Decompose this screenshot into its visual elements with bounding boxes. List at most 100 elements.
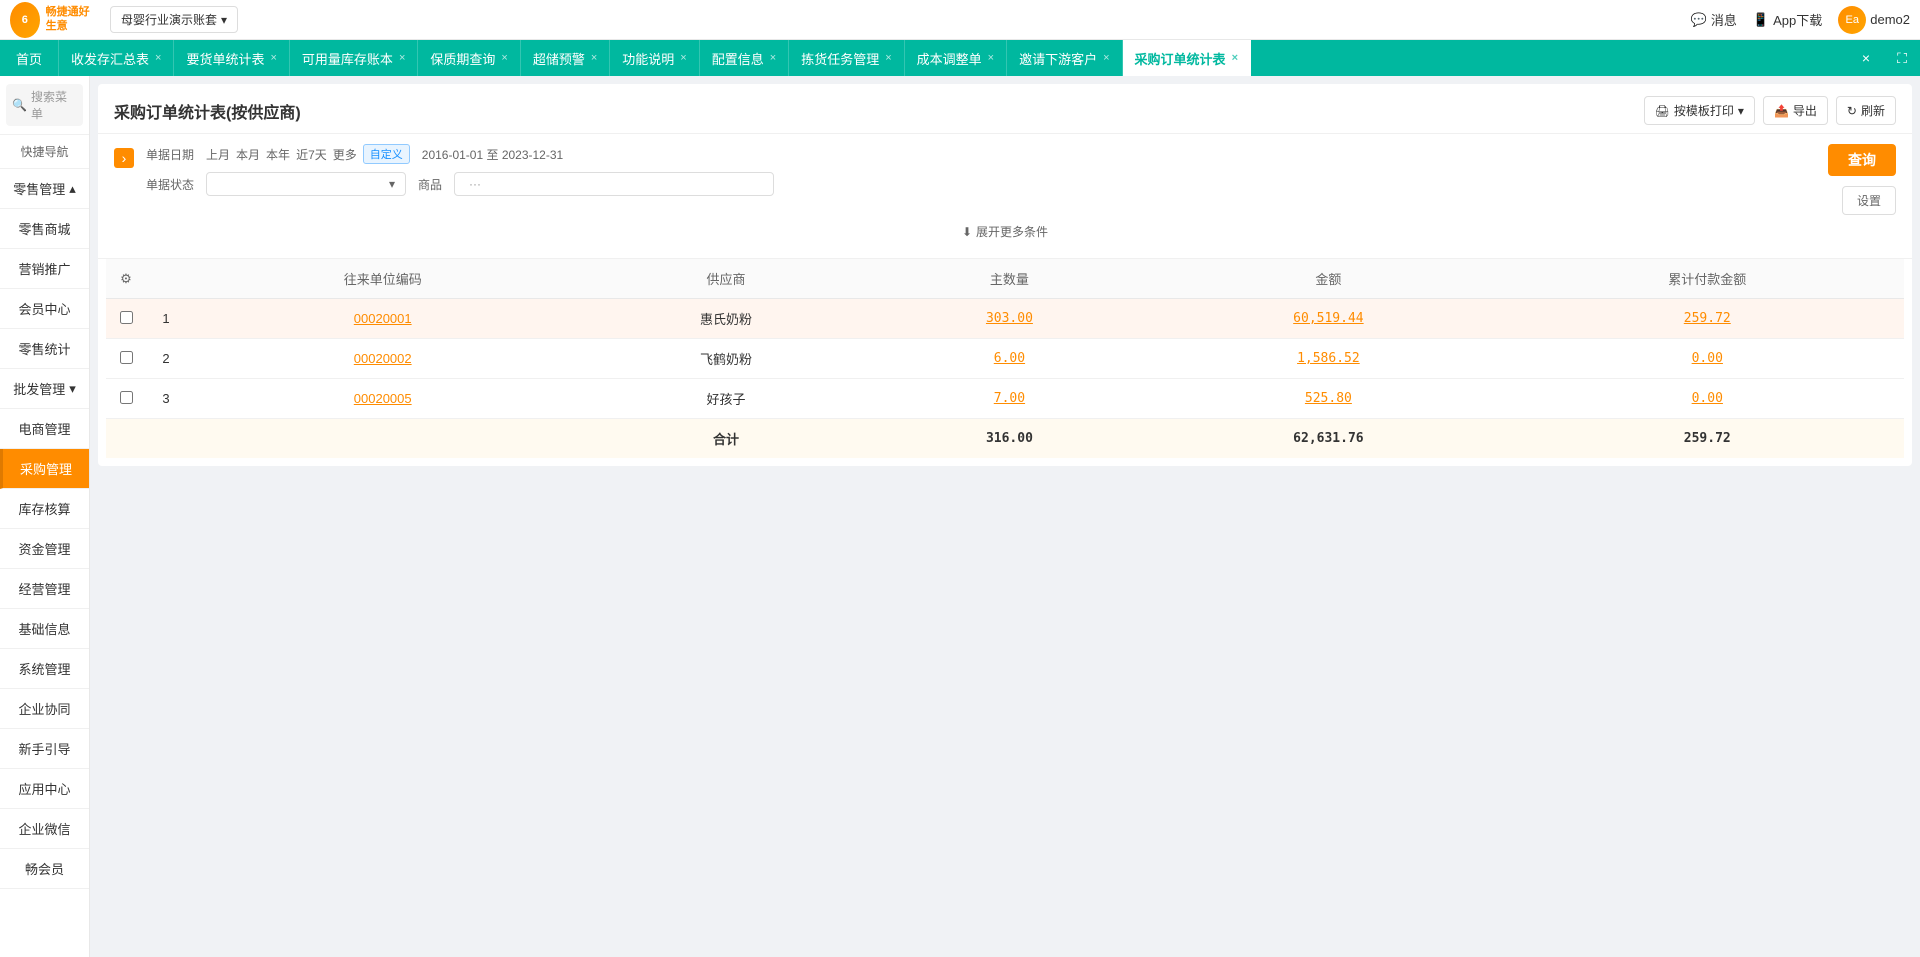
row1-paid[interactable]: 259.72 bbox=[1511, 299, 1904, 339]
filter-expand-row: ⬇ 展开更多条件 bbox=[114, 215, 1896, 248]
tab-yaohuo[interactable]: 要货单统计表 × bbox=[174, 40, 289, 76]
tab-keyongliang[interactable]: 可用量库存账本 × bbox=[290, 40, 418, 76]
sidebar-item-enterprise[interactable]: 企业协同 bbox=[0, 689, 89, 729]
shortcut-7days[interactable]: 近7天 bbox=[296, 146, 327, 163]
sidebar-item-shortcut[interactable]: 快捷导航 bbox=[0, 135, 89, 169]
filter-toggle[interactable]: › bbox=[114, 144, 134, 168]
status-chevron-icon: ▾ bbox=[389, 177, 395, 191]
tab-yaoqing-close[interactable]: × bbox=[1103, 52, 1109, 64]
checkbox-2[interactable] bbox=[120, 351, 133, 364]
tab-chengben-close[interactable]: × bbox=[988, 52, 994, 64]
tab-chengben[interactable]: 成本调整单 × bbox=[905, 40, 1007, 76]
row1-amount[interactable]: 60,519.44 bbox=[1146, 299, 1510, 339]
tab-baozhi[interactable]: 保质期查询 × bbox=[418, 40, 520, 76]
refresh-button[interactable]: ↻ 刷新 bbox=[1836, 96, 1896, 125]
tab-peizhi-close[interactable]: × bbox=[770, 52, 776, 64]
goods-input[interactable]: ··· bbox=[454, 172, 774, 196]
page-title: 采购订单统计表(按供应商) bbox=[114, 99, 301, 123]
app-download-button[interactable]: 📱 App下载 bbox=[1753, 10, 1822, 29]
sidebar-item-marketing[interactable]: 营销推广 bbox=[0, 249, 89, 289]
status-select[interactable]: ▾ bbox=[206, 172, 406, 196]
tab-gongneng-close[interactable]: × bbox=[680, 52, 686, 64]
tab-pihuo-close[interactable]: × bbox=[885, 52, 891, 64]
template-print-button[interactable]: 🖨 按模板打印 ▾ bbox=[1644, 96, 1755, 125]
shortcut-more[interactable]: 更多 bbox=[333, 146, 357, 163]
tab-peizhi[interactable]: 配置信息 × bbox=[700, 40, 789, 76]
row2-code[interactable]: 00020002 bbox=[186, 339, 579, 379]
settings-button[interactable]: 设置 bbox=[1842, 186, 1896, 215]
nav-maximize-button[interactable]: ⛶ bbox=[1884, 40, 1920, 76]
tab-yaohuo-close[interactable]: × bbox=[270, 52, 276, 64]
sidebar-item-operation[interactable]: 经营管理 bbox=[0, 569, 89, 609]
row2-amount[interactable]: 1,586.52 bbox=[1146, 339, 1510, 379]
footer-paid: 259.72 bbox=[1511, 419, 1904, 459]
tab-shoufahu[interactable]: 收发存汇总表 × bbox=[59, 40, 174, 76]
row2-qty[interactable]: 6.00 bbox=[873, 339, 1147, 379]
sidebar-item-zero-mall[interactable]: 零售商城 bbox=[0, 209, 89, 249]
shortcut-this-year[interactable]: 本年 bbox=[266, 146, 290, 163]
sidebar-item-zero-stat[interactable]: 零售统计 bbox=[0, 329, 89, 369]
sidebar-item-system[interactable]: 系统管理 bbox=[0, 649, 89, 689]
settings-icon[interactable]: ⚙ bbox=[120, 271, 132, 286]
message-button[interactable]: 💬 消息 bbox=[1691, 10, 1737, 29]
nav-close-button[interactable]: × bbox=[1848, 40, 1884, 76]
sidebar-item-wechat[interactable]: 企业微信 bbox=[0, 809, 89, 849]
user-menu[interactable]: Ea demo2 bbox=[1838, 6, 1910, 34]
row3-paid[interactable]: 0.00 bbox=[1511, 379, 1904, 419]
sidebar-item-purchase[interactable]: 采购管理 bbox=[0, 449, 89, 489]
sidebar-item-zero-retail[interactable]: 零售管理 ▴ bbox=[0, 169, 89, 209]
chevron-down-icon: ▾ bbox=[221, 13, 227, 27]
tab-peizhi-label: 配置信息 bbox=[712, 49, 764, 68]
export-button[interactable]: 📤 导出 bbox=[1763, 96, 1828, 125]
sidebar-search-area[interactable]: 🔍 搜索菜单 bbox=[0, 76, 89, 135]
row1-checkbox[interactable] bbox=[106, 299, 146, 339]
row2-paid[interactable]: 0.00 bbox=[1511, 339, 1904, 379]
row3-checkbox[interactable] bbox=[106, 379, 146, 419]
filter-collapse-icon[interactable]: › bbox=[114, 148, 134, 168]
checkbox-1[interactable] bbox=[120, 311, 133, 324]
sidebar-item-apps[interactable]: 应用中心 bbox=[0, 769, 89, 809]
tab-keyongliang-close[interactable]: × bbox=[399, 52, 405, 64]
shortcut-last-month[interactable]: 上月 bbox=[206, 146, 230, 163]
tab-chaochu-close[interactable]: × bbox=[591, 52, 597, 64]
tab-pihuo[interactable]: 拣货任务管理 × bbox=[789, 40, 904, 76]
sidebar-item-zero-stat-label: 零售统计 bbox=[18, 339, 70, 358]
footer-row: 合计 316.00 62,631.76 259.72 bbox=[106, 419, 1904, 459]
row3-amount[interactable]: 525.80 bbox=[1146, 379, 1510, 419]
row3-qty[interactable]: 7.00 bbox=[873, 379, 1147, 419]
sidebar-item-wholesale[interactable]: 批发管理 ▾ bbox=[0, 369, 89, 409]
sidebar-item-newbie[interactable]: 新手引导 bbox=[0, 729, 89, 769]
message-label: 消息 bbox=[1711, 10, 1737, 29]
query-button[interactable]: 查询 bbox=[1828, 144, 1896, 176]
tab-shoufahu-close[interactable]: × bbox=[155, 52, 161, 64]
shortcut-this-month[interactable]: 本月 bbox=[236, 146, 260, 163]
tab-gongneng[interactable]: 功能说明 × bbox=[610, 40, 699, 76]
checkbox-3[interactable] bbox=[120, 391, 133, 404]
tab-caigou[interactable]: 采购订单统计表 × bbox=[1123, 40, 1251, 76]
sidebar-item-inventory[interactable]: 库存核算 bbox=[0, 489, 89, 529]
custom-date-badge[interactable]: 自定义 bbox=[363, 144, 410, 164]
row1-code[interactable]: 00020001 bbox=[186, 299, 579, 339]
expand-more-button[interactable]: ⬇ 展开更多条件 bbox=[950, 219, 1060, 244]
account-selector[interactable]: 母婴行业演示账套 ▾ bbox=[110, 6, 238, 33]
top-right: 💬 消息 📱 App下载 Ea demo2 bbox=[1691, 6, 1910, 34]
goods-more-icon[interactable]: ··· bbox=[469, 177, 481, 191]
sidebar-item-vip-label: 畅会员 bbox=[25, 859, 64, 878]
sidebar-search-inner[interactable]: 🔍 搜索菜单 bbox=[6, 84, 83, 126]
date-shortcuts: 上月 本月 本年 近7天 更多 自定义 bbox=[206, 144, 410, 164]
tab-baozhi-close[interactable]: × bbox=[501, 52, 507, 64]
shortcut-label: 快捷导航 bbox=[20, 145, 68, 159]
tab-caigou-close[interactable]: × bbox=[1232, 52, 1238, 64]
sidebar-item-member[interactable]: 会员中心 bbox=[0, 289, 89, 329]
tab-home[interactable]: 首页 bbox=[0, 40, 59, 76]
row2-checkbox[interactable] bbox=[106, 339, 146, 379]
sidebar-item-basic[interactable]: 基础信息 bbox=[0, 609, 89, 649]
sidebar-item-ecommerce[interactable]: 电商管理 bbox=[0, 409, 89, 449]
sidebar-item-finance[interactable]: 资金管理 bbox=[0, 529, 89, 569]
sidebar-item-vip[interactable]: 畅会员 bbox=[0, 849, 89, 889]
row3-code[interactable]: 00020005 bbox=[186, 379, 579, 419]
tab-yaoqing[interactable]: 邀请下游客户 × bbox=[1007, 40, 1122, 76]
footer-qty: 316.00 bbox=[873, 419, 1147, 459]
row1-qty[interactable]: 303.00 bbox=[873, 299, 1147, 339]
tab-chaochu[interactable]: 超储预警 × bbox=[521, 40, 610, 76]
